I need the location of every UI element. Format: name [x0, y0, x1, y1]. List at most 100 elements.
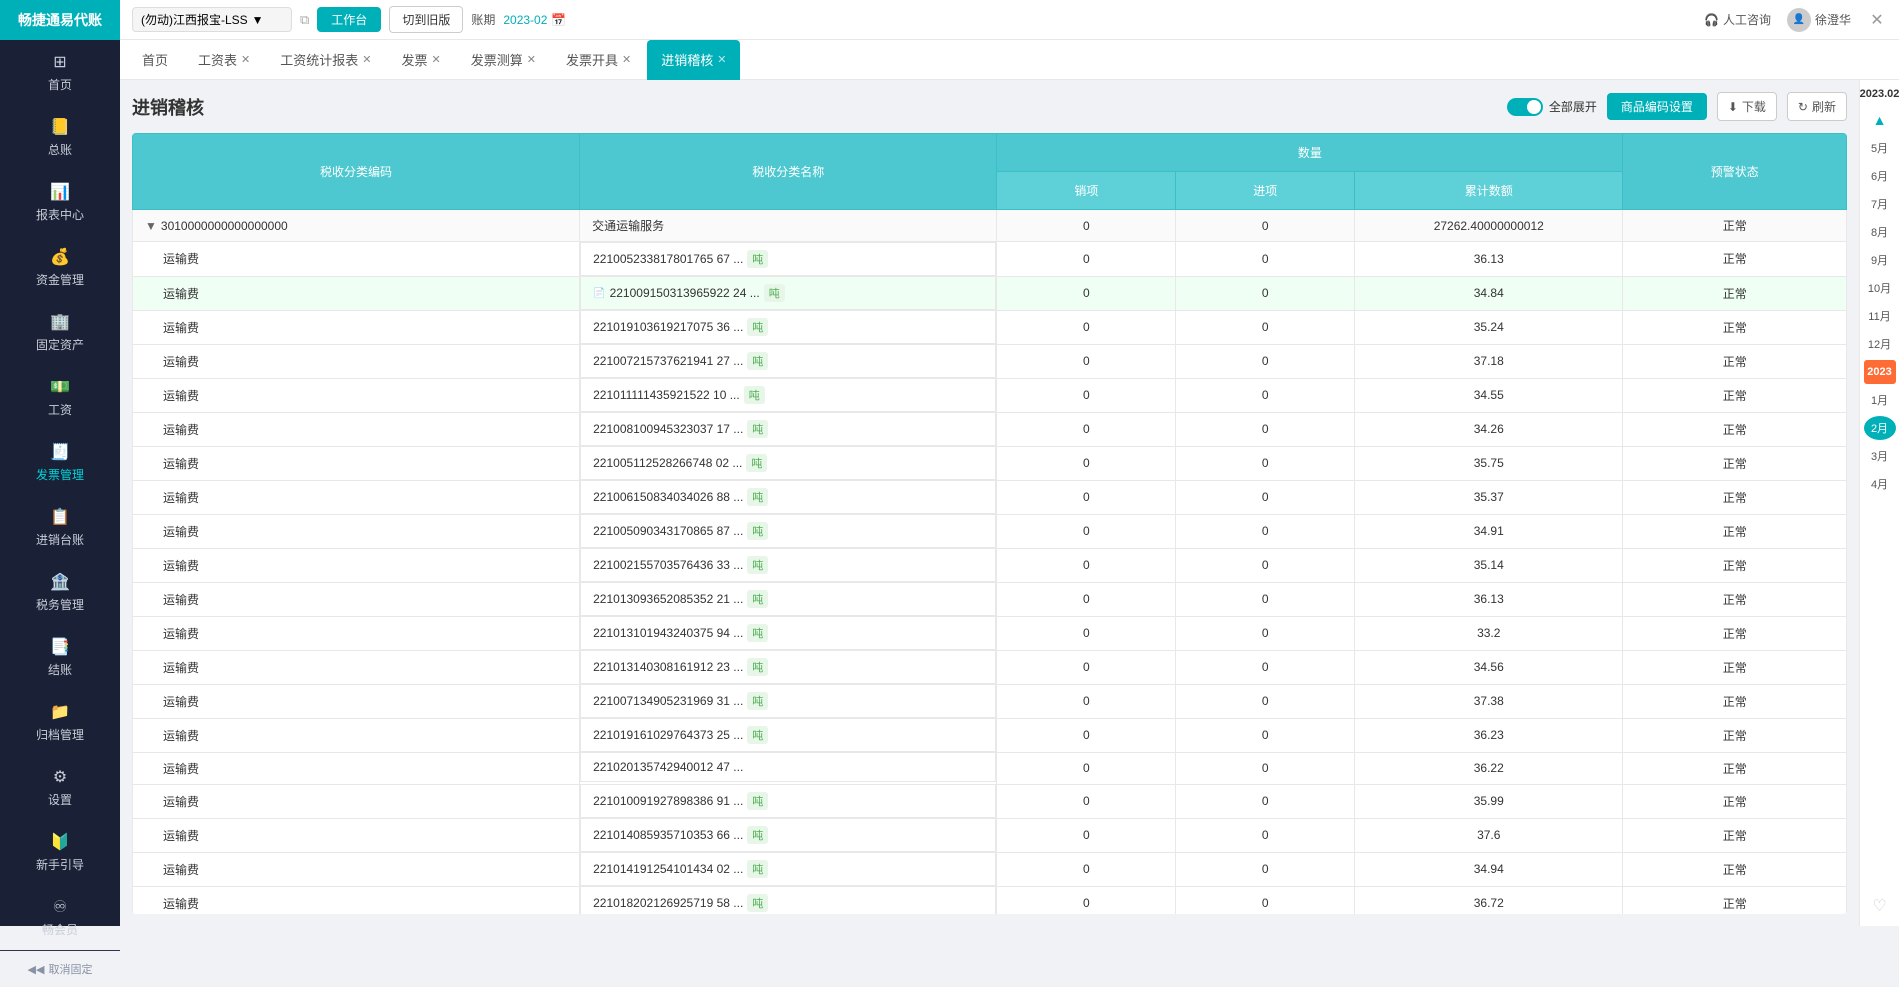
- tab-salary-stats[interactable]: 工资统计报表 ✕: [266, 40, 385, 80]
- settings-btn[interactable]: 商品编码设置: [1607, 93, 1707, 120]
- table-row[interactable]: 运输费 221006150834034026 88 ... 吨 0 0 35.3…: [133, 480, 1847, 514]
- tag: 吨: [747, 792, 768, 810]
- panel-month-12[interactable]: 12月: [1864, 332, 1896, 356]
- table-row[interactable]: 运输费 221020135742940012 47 ... 0 0 36.22 …: [133, 752, 1847, 784]
- col-header-sales: 销项: [997, 172, 1176, 210]
- row-forecast: 正常: [1623, 446, 1847, 480]
- assets-icon: 🏢: [50, 312, 70, 332]
- refresh-btn[interactable]: ↻ 刷新: [1787, 92, 1847, 121]
- tab-close-icon[interactable]: ✕: [432, 53, 441, 66]
- switch-version-button[interactable]: 切到旧版: [389, 6, 463, 33]
- sidebar-item-capital[interactable]: 💰 资金管理: [0, 235, 120, 300]
- panel-month-2[interactable]: 2月: [1864, 416, 1896, 440]
- tab-purchase-check[interactable]: 进销稽核 ✕: [647, 40, 740, 80]
- table-row[interactable]: 运输费 221002155703576436 33 ... 吨 0 0 35.1…: [133, 548, 1847, 582]
- tag: 吨: [764, 284, 785, 302]
- table-row[interactable]: 运输费 📄 221009150313965922 24 ... 吨 0 0 34…: [133, 276, 1847, 310]
- tab-invoice-calc[interactable]: 发票测算 ✕: [457, 40, 550, 80]
- tab-close-icon[interactable]: ✕: [622, 53, 631, 66]
- panel-month-7[interactable]: 7月: [1864, 192, 1896, 216]
- table-row[interactable]: 运输费 221007134905231969 31 ... 吨 0 0 37.3…: [133, 684, 1847, 718]
- table-row[interactable]: 运输费 221019103619217075 36 ... 吨 0 0 35.2…: [133, 310, 1847, 344]
- page-header: 进销稽核 全部展开 商品编码设置 ⬇ 下载 ↻ 刷新: [132, 92, 1847, 121]
- expand-toggle[interactable]: [1507, 98, 1543, 116]
- row-invoice-no: 221005233817801765 67 ... 吨: [580, 242, 996, 276]
- row-invoice-no: 221011111435921522 10 ... 吨: [580, 378, 996, 412]
- panel-up-arrow[interactable]: ▲: [1868, 108, 1892, 132]
- data-table-container[interactable]: 税收分类编码 税收分类名称 数量 预警状态 销项 进项 累计数额: [132, 133, 1847, 914]
- table-row[interactable]: 运输费 221019161029764373 25 ... 吨 0 0 36.2…: [133, 718, 1847, 752]
- sidebar-item-report[interactable]: 📊 报表中心: [0, 170, 120, 235]
- sidebar-item-assets[interactable]: 🏢 固定资产: [0, 300, 120, 365]
- tab-close-icon[interactable]: ✕: [527, 53, 536, 66]
- row-cumulative: 35.75: [1355, 446, 1623, 480]
- table-row[interactable]: 运输费 221005112528266748 02 ... 吨 0 0 35.7…: [133, 446, 1847, 480]
- row-cumulative: 34.56: [1355, 650, 1623, 684]
- table-row[interactable]: 运输费 221013093652085352 21 ... 吨 0 0 36.1…: [133, 582, 1847, 616]
- panel-month-11[interactable]: 11月: [1864, 304, 1896, 328]
- panel-month-5[interactable]: 5月: [1864, 136, 1896, 160]
- tab-close-icon[interactable]: ✕: [362, 53, 371, 66]
- panel-month-3[interactable]: 3月: [1864, 444, 1896, 468]
- row-invoice-no: 221007215737621941 27 ... 吨: [580, 344, 996, 378]
- capital-icon: 💰: [50, 247, 70, 267]
- table-row[interactable]: 运输费 221007215737621941 27 ... 吨 0 0 37.1…: [133, 344, 1847, 378]
- sidebar-item-home[interactable]: ⊞ 首页: [0, 40, 120, 105]
- panel-month-9[interactable]: 9月: [1864, 248, 1896, 272]
- service-button[interactable]: 🎧 人工咨询: [1704, 11, 1771, 28]
- workspace-button[interactable]: 工作台: [317, 7, 381, 32]
- row-name: 运输费: [133, 784, 580, 818]
- user-avatar[interactable]: 👤 徐澄华: [1787, 8, 1851, 32]
- table-row[interactable]: 运输费 221018202126925719 58 ... 吨 0 0 36.7…: [133, 886, 1847, 914]
- table-row[interactable]: 运输费 221013140308161912 23 ... 吨 0 0 34.5…: [133, 650, 1847, 684]
- sidebar-item-settle[interactable]: 📑 结账: [0, 625, 120, 690]
- tab-invoice-open[interactable]: 发票开具 ✕: [552, 40, 645, 80]
- sidebar-item-ledger[interactable]: 📒 总账: [0, 105, 120, 170]
- row-purchase: 0: [1176, 412, 1355, 446]
- row-name: 运输费: [133, 480, 580, 514]
- download-btn[interactable]: ⬇ 下载: [1717, 92, 1777, 121]
- row-name: 运输费: [133, 446, 580, 480]
- tag: 吨: [747, 826, 768, 844]
- table-row[interactable]: 运输费 221014191254101434 02 ... 吨 0 0 34.9…: [133, 852, 1847, 886]
- expand-icon[interactable]: ▼: [145, 219, 157, 233]
- panel-month-4[interactable]: 4月: [1864, 472, 1896, 496]
- page-title: 进销稽核: [132, 94, 204, 120]
- tab-close-icon[interactable]: ✕: [717, 53, 726, 66]
- tab-salary-table[interactable]: 工资表 ✕: [184, 40, 264, 80]
- close-button[interactable]: ✕: [1867, 10, 1887, 30]
- sidebar-item-member[interactable]: ♾ 畅会员: [0, 885, 120, 950]
- sidebar-item-archive[interactable]: 📁 归档管理: [0, 690, 120, 755]
- table-row[interactable]: 运输费 221011111435921522 10 ... 吨 0 0 34.5…: [133, 378, 1847, 412]
- unpin-button[interactable]: ◀◀ 取消固定: [0, 950, 120, 987]
- table-row[interactable]: 运输费 221013101943240375 94 ... 吨 0 0 33.2…: [133, 616, 1847, 650]
- sidebar-item-settings[interactable]: ⚙ 设置: [0, 755, 120, 820]
- sidebar-item-invoice[interactable]: 🧾 发票管理: [0, 430, 120, 495]
- table-row[interactable]: 运输费 221014085935710353 66 ... 吨 0 0 37.6…: [133, 818, 1847, 852]
- row-sales: 0: [997, 886, 1176, 914]
- sidebar-item-guide[interactable]: 🔰 新手引导: [0, 820, 120, 885]
- sidebar-item-purchase[interactable]: 📋 进销台账: [0, 495, 120, 560]
- sidebar-item-salary[interactable]: 💵 工资: [0, 365, 120, 430]
- row-purchase: 0: [1176, 242, 1355, 277]
- tab-invoice[interactable]: 发票 ✕: [387, 40, 454, 80]
- table-row[interactable]: 运输费 221010091927898386 91 ... 吨 0 0 35.9…: [133, 784, 1847, 818]
- tab-close-icon[interactable]: ✕: [241, 53, 250, 66]
- table-row[interactable]: 运输费 221008100945323037 17 ... 吨 0 0 34.2…: [133, 412, 1847, 446]
- favorite-icon[interactable]: ♡: [1868, 894, 1892, 918]
- panel-month-10[interactable]: 10月: [1864, 276, 1896, 300]
- company-selector[interactable]: (勿动)江西报宝-LSS ▼: [132, 7, 292, 32]
- copy-icon[interactable]: ⧉: [300, 12, 309, 28]
- table-row[interactable]: ▼3010000000000000000 交通运输服务 0 0 27262.40…: [133, 210, 1847, 242]
- panel-month-6[interactable]: 6月: [1864, 164, 1896, 188]
- table-row[interactable]: 运输费 221005233817801765 67 ... 吨 0 0 36.1…: [133, 242, 1847, 277]
- content-area: 进销稽核 全部展开 商品编码设置 ⬇ 下载 ↻ 刷新: [120, 80, 1859, 926]
- sidebar-item-tax[interactable]: 🏦 税务管理: [0, 560, 120, 625]
- period-value[interactable]: 2023-02 📅: [503, 13, 566, 27]
- table-row[interactable]: 运输费 221005090343170865 87 ... 吨 0 0 34.9…: [133, 514, 1847, 548]
- tab-home[interactable]: 首页: [128, 40, 182, 80]
- panel-month-8[interactable]: 8月: [1864, 220, 1896, 244]
- row-invoice-no: 📄 221009150313965922 24 ... 吨: [580, 276, 996, 310]
- panel-month-1[interactable]: 1月: [1864, 388, 1896, 412]
- row-cumulative: 35.24: [1355, 310, 1623, 344]
